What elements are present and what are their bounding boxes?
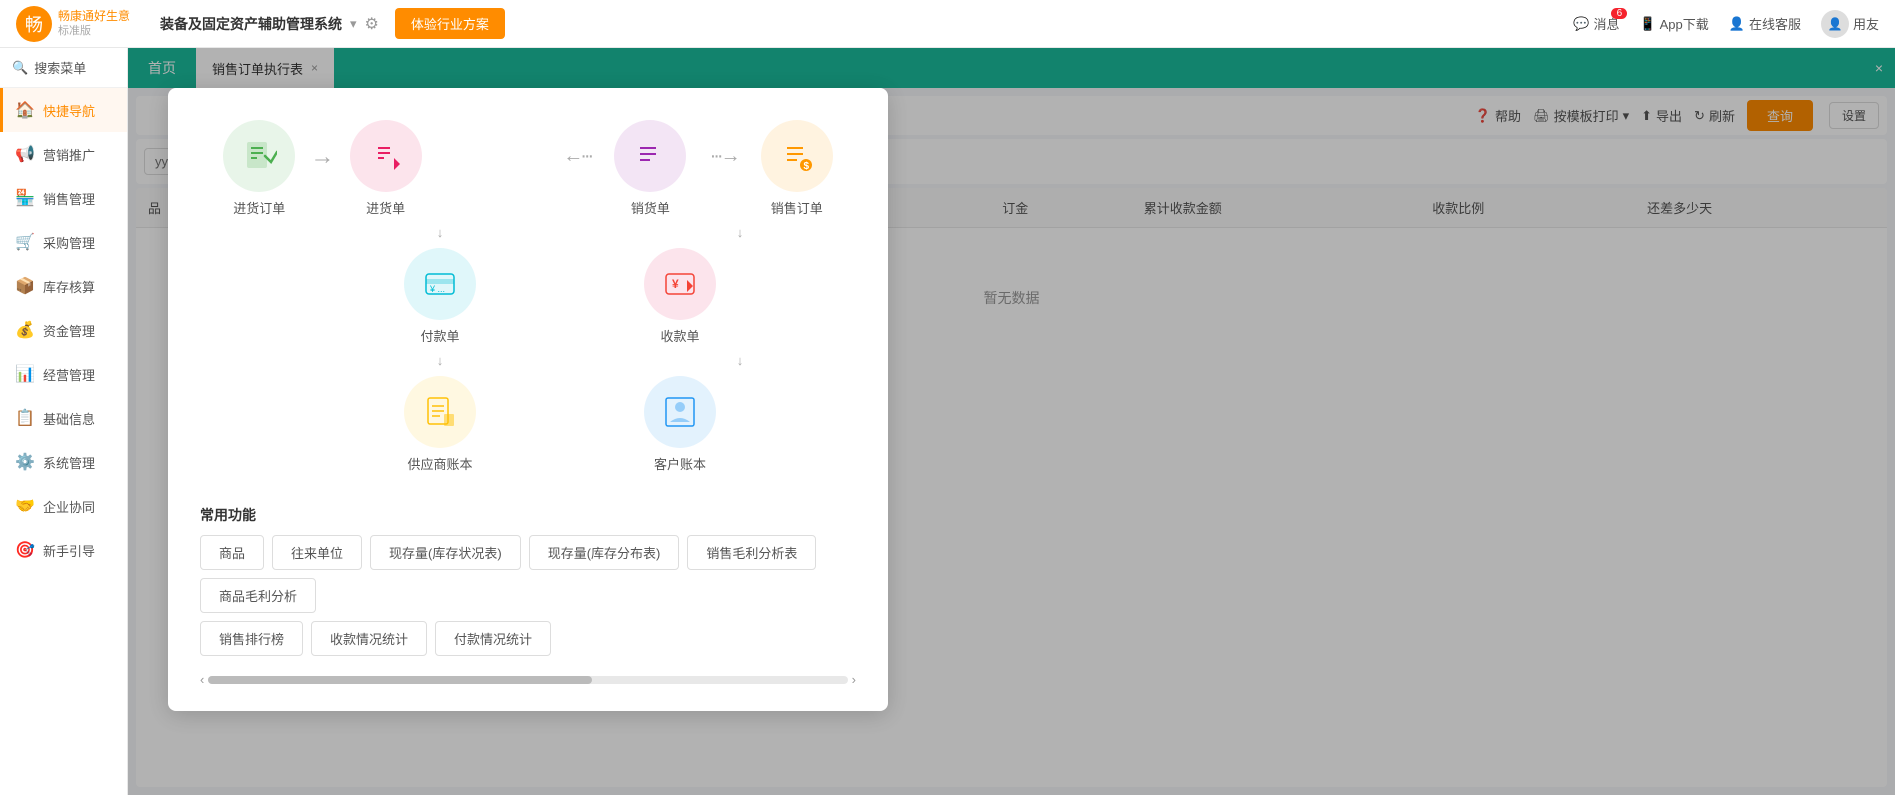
flow-item-customer-ledger[interactable]: 客户账本 [620,376,740,473]
flow-row-arrows2: ↓ ↓ [200,353,856,368]
purchase-icon: 🛒 [15,232,35,252]
basic-icon: 📋 [15,408,35,428]
flow-item-purchase-order[interactable]: 进货订单 [200,120,318,217]
flow-item-purchase-bill[interactable]: 进货单 [326,120,444,217]
message-button[interactable]: 💬 消息 6 [1573,14,1619,33]
supplier-ledger-circle [404,376,476,448]
arrow-down-payment: ↓ [380,225,500,240]
logo-icon: 畅 [16,6,52,42]
purchase-bill-circle [350,120,422,192]
sidebar-item-collab[interactable]: 🤝 企业协同 [0,484,127,528]
func-buttons-row2: 销售排行榜 收款情况统计 付款情况统计 [200,621,856,656]
arrow-dashed-2: ···→ [710,145,738,192]
scroll-right-arrow[interactable]: › [852,672,856,687]
arrow-down-customer: ↓ [680,353,800,368]
avatar: 👤 [1821,10,1849,38]
gear-button[interactable]: ⚙ [365,14,379,34]
func-btn-receipt-stats[interactable]: 收款情况统计 [311,621,427,656]
service-icon: 👤 [1729,16,1745,32]
func-btn-product[interactable]: 商品 [200,535,264,570]
sales-order-circle: $ [761,120,833,192]
sidebar-item-basic[interactable]: 📋 基础信息 [0,396,127,440]
payment-circle: ¥ ... [404,248,476,320]
common-functions-title: 常用功能 [200,505,856,525]
online-service-button[interactable]: 👤 在线客服 [1729,14,1801,33]
app-download-button[interactable]: 📱 App下载 [1639,14,1708,33]
logo-area: 畅 畅康通好生意 标准版 [16,6,144,42]
inventory-icon: 📦 [15,276,35,296]
purchase-order-circle [223,120,295,192]
flow-row-3: 供应商账本 客户账本 [200,376,856,473]
scroll-left-arrow[interactable]: ‹ [200,672,204,687]
flow-item-supplier-ledger[interactable]: 供应商账本 [380,376,500,473]
customer-ledger-circle [644,376,716,448]
top-header: 畅 畅康通好生意 标准版 装备及固定资产辅助管理系统 ▾ ⚙ 体验行业方案 💬 … [0,0,1895,48]
flow-item-sales-bill[interactable]: 销货单 [591,120,709,217]
sidebar-item-purchase[interactable]: 🛒 采购管理 [0,220,127,264]
arrow-down-supplier: ↓ [380,353,500,368]
svg-text:¥: ¥ [672,277,679,291]
svg-text:$: $ [803,161,809,172]
user-menu[interactable]: 👤 用友 [1821,10,1879,38]
flow-row-2: ¥ ... 付款单 ¥ [200,248,856,345]
modal-scroll: ‹ › [200,672,856,687]
func-btn-sales-ranking[interactable]: 销售排行榜 [200,621,303,656]
sales-bill-circle [614,120,686,192]
func-btn-stock-status[interactable]: 现存量(库存状况表) [370,535,521,570]
finance-icon: 💰 [15,320,35,340]
scroll-track[interactable] [208,676,847,684]
sidebar: 🔍 搜索菜单 🏠 快捷导航 📢 营销推广 🏪 销售管理 🛒 采购管理 📦 [0,48,128,795]
flow-item-receipt[interactable]: ¥ 收款单 [620,248,740,345]
sidebar-item-system[interactable]: ⚙️ 系统管理 [0,440,127,484]
scroll-thumb [208,676,592,684]
sidebar-item-marketing[interactable]: 📢 营销推广 [0,132,127,176]
trial-button[interactable]: 体验行业方案 [395,8,505,39]
func-btn-stock-distribution[interactable]: 现存量(库存分布表) [529,535,680,570]
modal-overlay[interactable]: 进货订单 → [128,48,1895,795]
app-title-area: 装备及固定资产辅助管理系统 ▾ ⚙ 体验行业方案 [160,8,1573,39]
func-btn-sales-profit[interactable]: 销售毛利分析表 [687,535,816,570]
download-icon: 📱 [1639,16,1655,32]
dropdown-icon[interactable]: ▾ [350,16,357,32]
func-btn-partners[interactable]: 往来单位 [272,535,362,570]
collab-icon: 🤝 [15,496,35,516]
sidebar-item-ops[interactable]: 📊 经营管理 [0,352,127,396]
svg-text:¥ ...: ¥ ... [429,284,445,294]
flow-diagram: 进货订单 → [200,120,856,481]
sidebar-item-quick-nav[interactable]: 🏠 快捷导航 [0,88,127,132]
search-icon: 🔍 [12,60,28,76]
sidebar-item-finance[interactable]: 💰 资金管理 [0,308,127,352]
modal-box: 进货订单 → [168,88,888,711]
sidebar-item-sales[interactable]: 🏪 销售管理 [0,176,127,220]
system-icon: ⚙️ [15,452,35,472]
sales-icon: 🏪 [15,188,35,208]
sidebar-item-inventory[interactable]: 📦 库存核算 [0,264,127,308]
logo-text: 畅康通好生意 标准版 [58,9,130,39]
flow-row-1: 进货订单 → [200,120,856,217]
marketing-icon: 📢 [15,144,35,164]
flow-item-payment[interactable]: ¥ ... 付款单 [380,248,500,345]
sidebar-item-newbie[interactable]: 🎯 新手引导 [0,528,127,572]
message-badge: 6 [1611,8,1627,19]
header-right: 💬 消息 6 📱 App下载 👤 在线客服 👤 用友 [1573,10,1879,38]
home-icon: 🏠 [15,100,35,120]
ops-icon: 📊 [15,364,35,384]
arrow-down-receipt: ↓ [680,225,800,240]
flow-row-arrows: ↓ ↓ [200,225,856,240]
arrow-dashed-1: ←··· [563,145,591,192]
system-title: 装备及固定资产辅助管理系统 [160,14,342,34]
flow-item-sales-order[interactable]: $ 销售订单 [738,120,856,217]
search-menu[interactable]: 🔍 搜索菜单 [0,48,127,88]
func-buttons: 商品 往来单位 现存量(库存状况表) 现存量(库存分布表) 销售毛利分析表 商品… [200,535,856,613]
message-icon: 💬 [1573,16,1589,32]
receipt-circle: ¥ [644,248,716,320]
func-btn-payment-stats[interactable]: 付款情况统计 [435,621,551,656]
func-btn-product-profit[interactable]: 商品毛利分析 [200,578,316,613]
app-wrapper: 畅 畅康通好生意 标准版 装备及固定资产辅助管理系统 ▾ ⚙ 体验行业方案 💬 … [0,0,1895,795]
newbie-icon: 🎯 [15,540,35,560]
